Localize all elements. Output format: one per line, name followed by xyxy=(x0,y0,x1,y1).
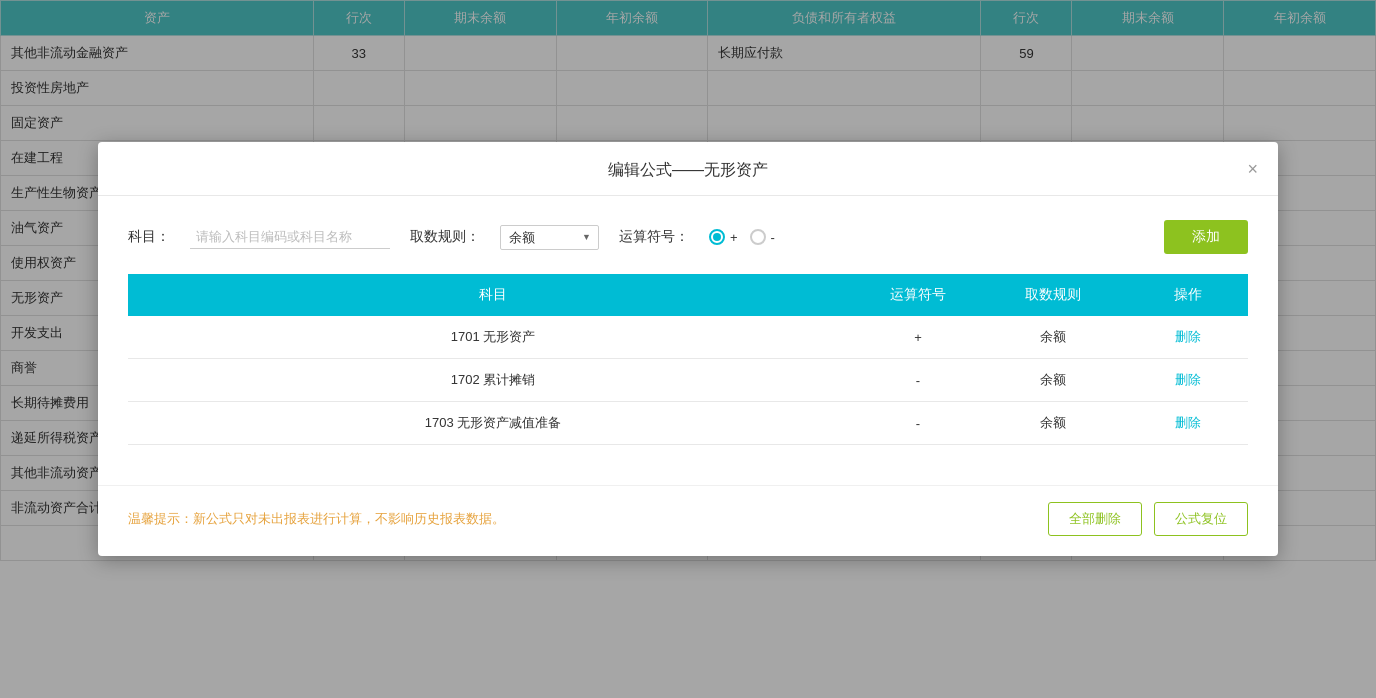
rule-select[interactable]: 余额 借方发生额 贷方发生额 xyxy=(500,225,599,250)
delete-all-button[interactable]: 全部删除 xyxy=(1048,502,1142,536)
delete-link-1[interactable]: 删除 xyxy=(1175,372,1201,387)
col-operator: 运算符号 xyxy=(858,274,978,316)
modal-body: 科目： 取数规则： 余额 借方发生额 贷方发生额 运算符号： + xyxy=(98,196,1278,485)
col-subject: 科目 xyxy=(128,274,858,316)
row-action-1[interactable]: 删除 xyxy=(1128,359,1248,402)
row-subject-1: 1702 累计摊销 xyxy=(128,359,858,402)
delete-link-2[interactable]: 删除 xyxy=(1175,415,1201,430)
add-button[interactable]: 添加 xyxy=(1164,220,1248,254)
subject-input[interactable] xyxy=(190,225,390,249)
footer-hint: 温馨提示：新公式只对未出报表进行计算，不影响历史报表数据。 xyxy=(128,510,505,528)
table-row: 1703 无形资产减值准备 - 余额 删除 xyxy=(128,402,1248,445)
subject-label: 科目： xyxy=(128,228,170,246)
modal-overlay: 编辑公式——无形资产 × 科目： 取数规则： 余额 借方发生额 贷方发生额 运算… xyxy=(0,0,1376,698)
row-action-2[interactable]: 删除 xyxy=(1128,402,1248,445)
radio-plus-label: + xyxy=(730,230,738,245)
radio-minus-circle xyxy=(750,229,766,245)
row-rule-1: 余额 xyxy=(978,359,1128,402)
row-operator-0: + xyxy=(858,316,978,359)
radio-minus-label: - xyxy=(771,230,775,245)
operator-label: 运算符号： xyxy=(619,228,689,246)
row-rule-0: 余额 xyxy=(978,316,1128,359)
reset-formula-button[interactable]: 公式复位 xyxy=(1154,502,1248,536)
row-subject-2: 1703 无形资产减值准备 xyxy=(128,402,858,445)
radio-plus-circle xyxy=(709,229,725,245)
radio-plus[interactable]: + xyxy=(709,229,738,245)
delete-link-0[interactable]: 删除 xyxy=(1175,329,1201,344)
col-rule: 取数规则 xyxy=(978,274,1128,316)
row-rule-2: 余额 xyxy=(978,402,1128,445)
row-operator-2: - xyxy=(858,402,978,445)
table-row: 1701 无形资产 + 余额 删除 xyxy=(128,316,1248,359)
col-action: 操作 xyxy=(1128,274,1248,316)
operator-radio-group: + - xyxy=(709,229,775,245)
modal-header: 编辑公式——无形资产 × xyxy=(98,142,1278,196)
table-row: 1702 累计摊销 - 余额 删除 xyxy=(128,359,1248,402)
close-button[interactable]: × xyxy=(1247,160,1258,178)
modal-footer: 温馨提示：新公式只对未出报表进行计算，不影响历史报表数据。 全部删除 公式复位 xyxy=(98,485,1278,556)
footer-buttons: 全部删除 公式复位 xyxy=(1048,502,1248,536)
rule-select-wrap[interactable]: 余额 借方发生额 贷方发生额 xyxy=(500,225,599,250)
row-subject-0: 1701 无形资产 xyxy=(128,316,858,359)
rule-label: 取数规则： xyxy=(410,228,480,246)
row-operator-1: - xyxy=(858,359,978,402)
radio-minus[interactable]: - xyxy=(750,229,775,245)
form-row: 科目： 取数规则： 余额 借方发生额 贷方发生额 运算符号： + xyxy=(128,220,1248,254)
row-action-0[interactable]: 删除 xyxy=(1128,316,1248,359)
modal-title: 编辑公式——无形资产 xyxy=(608,160,768,181)
modal-dialog: 编辑公式——无形资产 × 科目： 取数规则： 余额 借方发生额 贷方发生额 运算… xyxy=(98,142,1278,556)
formula-table: 科目 运算符号 取数规则 操作 1701 无形资产 + 余额 删除 xyxy=(128,274,1248,445)
